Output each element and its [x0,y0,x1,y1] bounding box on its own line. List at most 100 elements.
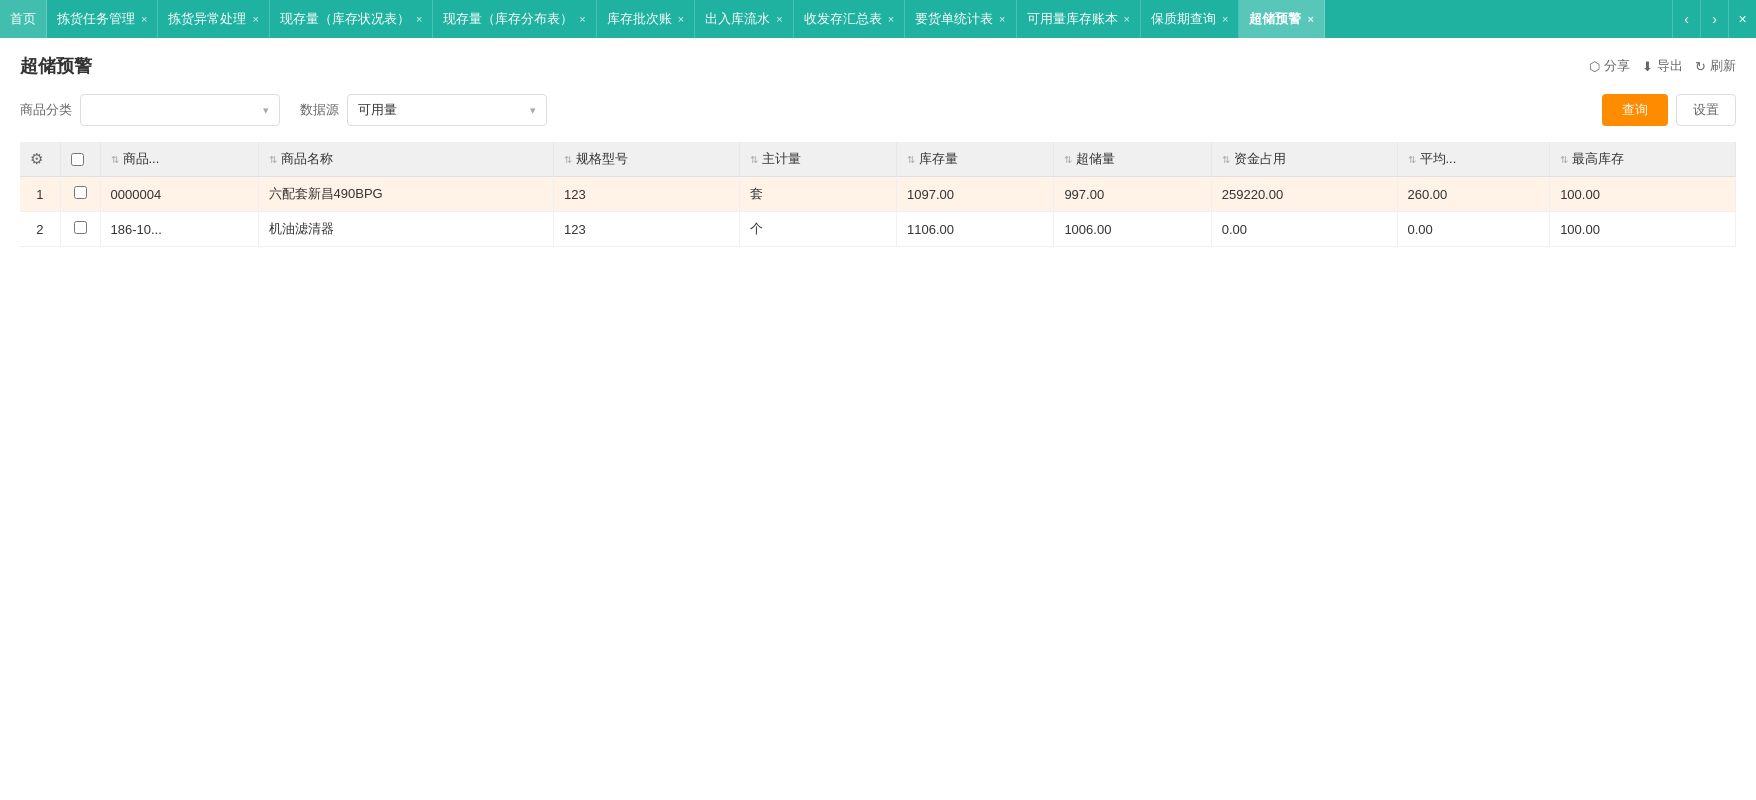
th-name-sort-icon[interactable]: ⇅ [269,154,277,165]
tab-summary[interactable]: 收发存汇总表 × [794,0,905,38]
tab-available-account-label: 可用量库存账本 [1027,10,1118,28]
nav-arrow-left[interactable]: ‹ [1672,0,1700,38]
tab-available-account-close[interactable]: × [1124,13,1130,25]
th-avg: ⇅ 平均... [1397,142,1550,177]
tab-inventory-status-close[interactable]: × [416,13,422,25]
row-checkbox-cell-1 [60,212,100,247]
tab-abnormal-close[interactable]: × [252,13,258,25]
th-avg-label: 平均... [1420,150,1457,168]
page-title: 超储预警 [20,54,92,78]
tab-order-stats[interactable]: 要货单统计表 × [905,0,1016,38]
th-code-sort-icon[interactable]: ⇅ [111,154,119,165]
th-max-label: 最高库存 [1572,150,1624,168]
row-overstock-0: 997.00 [1054,177,1211,212]
settings-gear-icon[interactable]: ⚙ [30,150,43,168]
th-max: ⇅ 最高库存 [1550,142,1736,177]
select-all-checkbox[interactable] [71,153,84,166]
settings-button[interactable]: 设置 [1676,94,1736,126]
nav-arrow-close-all[interactable]: × [1728,0,1756,38]
th-spec-label: 规格型号 [576,150,628,168]
tab-abnormal-label: 拣货异常处理 [168,10,246,28]
tab-order-stats-close[interactable]: × [999,13,1005,25]
row-unit-1: 个 [739,212,896,247]
tab-inventory-status[interactable]: 现存量（库存状况表） × [270,0,433,38]
tab-summary-close[interactable]: × [888,13,894,25]
tab-inout-flow-close[interactable]: × [776,13,782,25]
th-unit: ⇅ 主计量 [739,142,896,177]
row-checkbox-cell-0 [60,177,100,212]
refresh-label: 刷新 [1710,57,1736,75]
th-overstock-sort-icon[interactable]: ⇅ [1064,154,1072,165]
tab-quality-query-label: 保质期查询 [1151,10,1216,28]
top-navigation: 首页 拣货任务管理 × 拣货异常处理 × 现存量（库存状况表） × 现存量（库存… [0,0,1756,38]
tab-inventory-dist-close[interactable]: × [579,13,585,25]
tab-home[interactable]: 首页 [0,0,47,38]
datasource-select-value: 可用量 [358,101,524,119]
tab-order-stats-label: 要货单统计表 [915,10,993,28]
tab-task-mgmt-close[interactable]: × [141,13,147,25]
row-stock-1: 1106.00 [897,212,1054,247]
datasource-chevron-icon: ▾ [530,104,536,117]
th-unit-sort-icon[interactable]: ⇅ [750,154,758,165]
nav-arrows: ‹ › × [1672,0,1756,38]
table-header-row: ⚙ ⇅ 商品... ⇅ 商品名称 [20,142,1736,177]
filter-bar: 商品分类 ▾ 数据源 可用量 ▾ 查询 设置 [20,94,1736,126]
page-header: 超储预警 ⬡ 分享 ⬇ 导出 ↻ 刷新 [20,54,1736,78]
nav-arrow-right[interactable]: › [1700,0,1728,38]
row-max-0: 100.00 [1550,177,1736,212]
category-select[interactable]: ▾ [80,94,280,126]
th-unit-label: 主计量 [762,150,801,168]
th-stock-sort-icon[interactable]: ⇅ [907,154,915,165]
th-avg-sort-icon[interactable]: ⇅ [1408,154,1416,165]
tab-inventory-dist[interactable]: 现存量（库存分布表） × [433,0,596,38]
category-chevron-icon: ▾ [263,104,269,117]
row-num-0: 1 [20,177,60,212]
category-filter: 商品分类 ▾ [20,94,280,126]
datasource-select[interactable]: 可用量 ▾ [347,94,547,126]
th-overstock-label: 超储量 [1076,150,1115,168]
tab-overstock-warning[interactable]: 超储预警 × [1239,0,1324,38]
tab-batch-account[interactable]: 库存批次账 × [597,0,695,38]
tab-overstock-warning-label: 超储预警 [1249,10,1301,28]
table-row: 1 0000004 六配套新昌490BPG 123 套 1097.00 997.… [20,177,1736,212]
th-capital-label: 资金占用 [1234,150,1286,168]
row-code-1: 186-10... [100,212,258,247]
row-checkbox-1[interactable] [74,221,87,234]
query-button[interactable]: 查询 [1602,94,1668,126]
tab-available-account[interactable]: 可用量库存账本 × [1017,0,1141,38]
th-capital-sort-icon[interactable]: ⇅ [1222,154,1230,165]
share-action[interactable]: ⬡ 分享 [1589,57,1630,75]
export-action[interactable]: ⬇ 导出 [1642,57,1683,75]
tab-inventory-dist-label: 现存量（库存分布表） [443,10,573,28]
row-name-0: 六配套新昌490BPG [258,177,553,212]
tab-overstock-warning-close[interactable]: × [1307,13,1313,25]
row-avg-0: 260.00 [1397,177,1550,212]
th-checkbox [60,142,100,177]
tab-abnormal[interactable]: 拣货异常处理 × [158,0,269,38]
share-icon: ⬡ [1589,59,1600,74]
th-stock-label: 库存量 [919,150,958,168]
tab-inout-flow[interactable]: 出入库流水 × [695,0,793,38]
th-capital: ⇅ 资金占用 [1211,142,1397,177]
tab-task-mgmt[interactable]: 拣货任务管理 × [47,0,158,38]
row-checkbox-0[interactable] [74,186,87,199]
data-table: ⚙ ⇅ 商品... ⇅ 商品名称 [20,142,1736,247]
th-stock: ⇅ 库存量 [897,142,1054,177]
category-label: 商品分类 [20,101,72,119]
tab-quality-query[interactable]: 保质期查询 × [1141,0,1239,38]
th-max-sort-icon[interactable]: ⇅ [1560,154,1568,165]
row-overstock-1: 1006.00 [1054,212,1211,247]
table-row: 2 186-10... 机油滤清器 123 个 1106.00 1006.00 … [20,212,1736,247]
tab-quality-query-close[interactable]: × [1222,13,1228,25]
filter-actions: 查询 设置 [1602,94,1736,126]
tab-inout-flow-label: 出入库流水 [705,10,770,28]
datasource-filter: 数据源 可用量 ▾ [300,94,547,126]
tab-batch-account-close[interactable]: × [678,13,684,25]
th-spec-sort-icon[interactable]: ⇅ [564,154,572,165]
th-settings: ⚙ [20,142,60,177]
refresh-action[interactable]: ↻ 刷新 [1695,57,1736,75]
datasource-label: 数据源 [300,101,339,119]
row-code-0: 0000004 [100,177,258,212]
th-code: ⇅ 商品... [100,142,258,177]
refresh-icon: ↻ [1695,59,1706,74]
